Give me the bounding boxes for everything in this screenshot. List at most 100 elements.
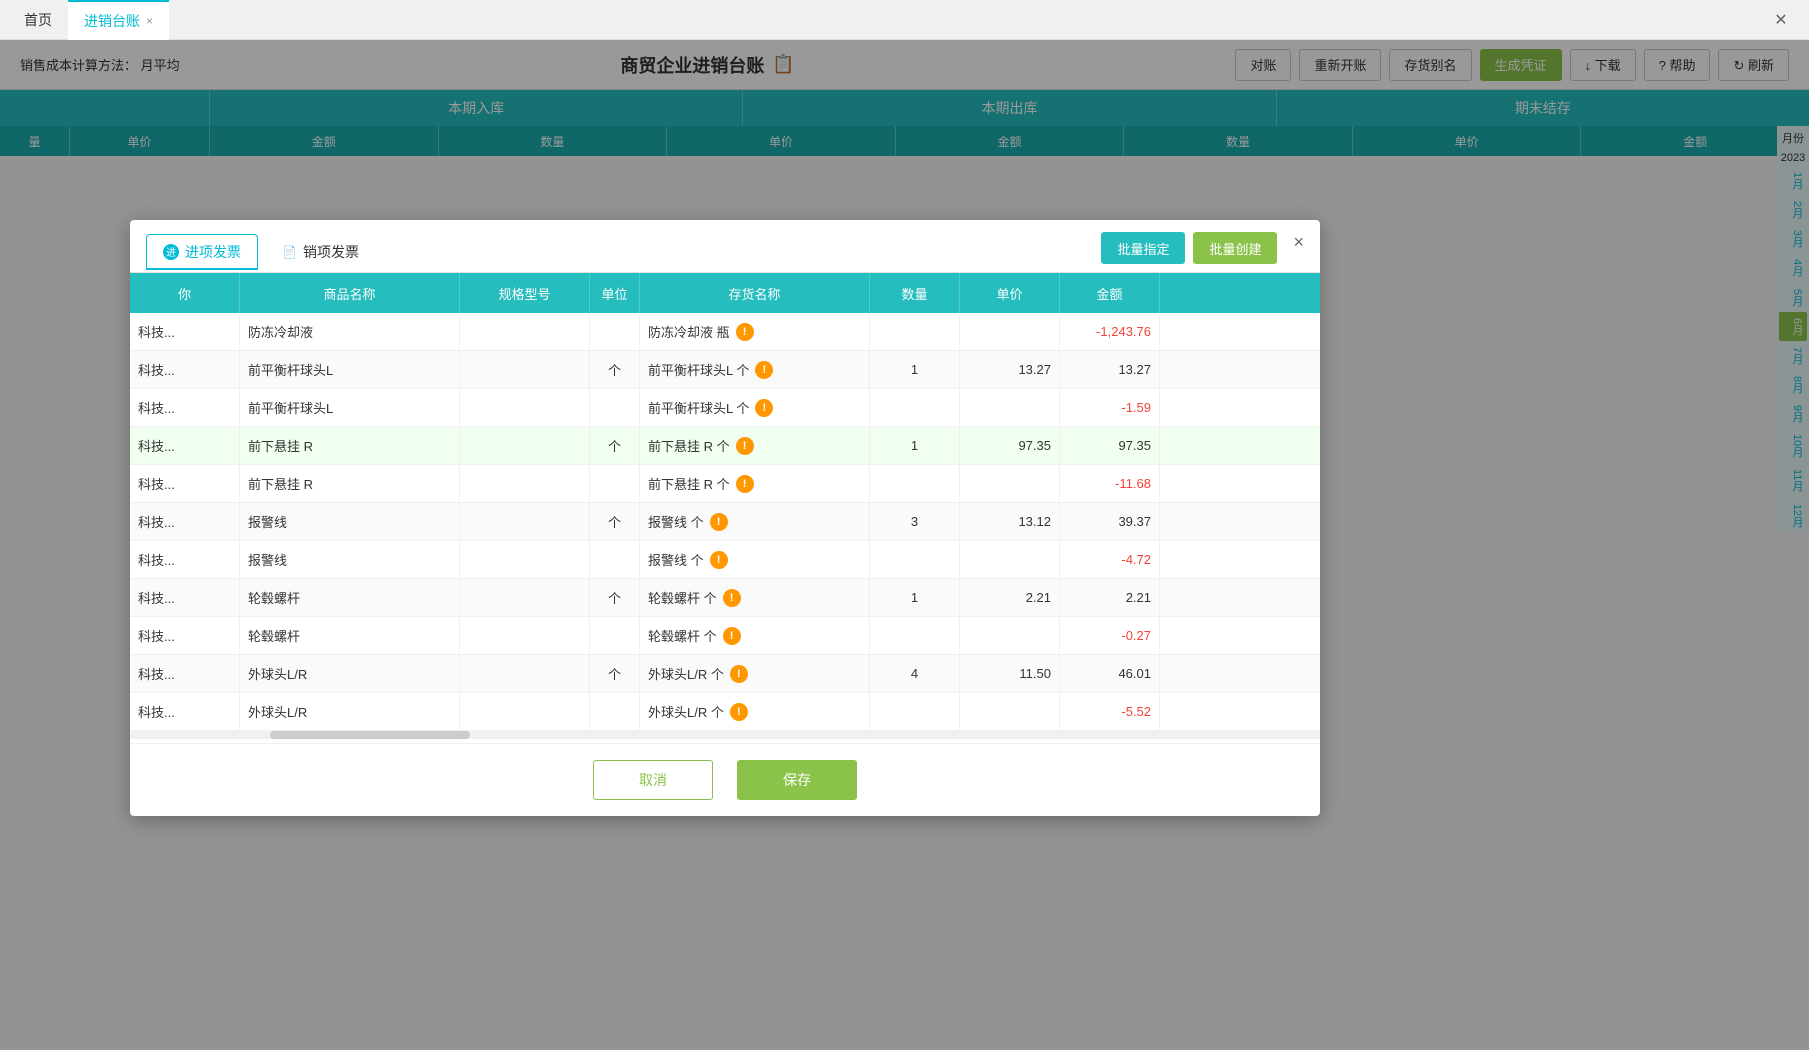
table-row[interactable]: 科技...外球头L/R外球头L/R 个!-5.52 xyxy=(130,693,1320,731)
warning-icon: ! xyxy=(755,399,773,417)
table-cell: -5.52 xyxy=(1060,693,1160,730)
modal-header-actions: 批量指定 批量创建 × xyxy=(1101,232,1304,272)
table-cell: 前平衡杆球头L 个! xyxy=(640,389,870,426)
save-button[interactable]: 保存 xyxy=(737,760,857,800)
table-cell: 2.21 xyxy=(960,579,1060,616)
warning-icon: ! xyxy=(736,475,754,493)
table-cell: 11.50 xyxy=(960,655,1060,692)
tab-home-label: 首页 xyxy=(24,10,52,30)
table-cell xyxy=(460,427,590,464)
modal-scrollbar-thumb[interactable] xyxy=(270,731,470,739)
table-cell: 报警线 个! xyxy=(640,503,870,540)
table-cell: 科技... xyxy=(130,541,240,578)
table-cell xyxy=(870,617,960,654)
warning-icon: ! xyxy=(723,589,741,607)
table-cell: 科技... xyxy=(130,655,240,692)
batch-assign-button[interactable]: 批量指定 xyxy=(1101,232,1185,264)
table-cell xyxy=(460,389,590,426)
table-cell xyxy=(960,541,1060,578)
table-cell: 轮毂螺杆 xyxy=(240,579,460,616)
table-cell: -1.59 xyxy=(1060,389,1160,426)
table-cell: 防冻冷却液 xyxy=(240,313,460,350)
table-row[interactable]: 科技...前平衡杆球头L个前平衡杆球头L 个!113.2713.27 xyxy=(130,351,1320,389)
tab-purchase-label: 进项发票 xyxy=(185,242,241,262)
tab-close-icon[interactable]: × xyxy=(146,14,153,28)
table-row[interactable]: 科技...外球头L/R个外球头L/R 个!411.5046.01 xyxy=(130,655,1320,693)
th-spec-model: 规格型号 xyxy=(460,273,590,313)
table-cell: 97.35 xyxy=(1060,427,1160,464)
table-row[interactable]: 科技...轮毂螺杆个轮毂螺杆 个!12.212.21 xyxy=(130,579,1320,617)
table-cell: 前下悬挂 R xyxy=(240,427,460,464)
table-cell: 前平衡杆球头L xyxy=(240,351,460,388)
table-cell xyxy=(960,617,1060,654)
table-row[interactable]: 科技...前下悬挂 R个前下悬挂 R 个!197.3597.35 xyxy=(130,427,1320,465)
th-quantity: 数量 xyxy=(870,273,960,313)
table-cell: 外球头L/R xyxy=(240,693,460,730)
table-cell: 外球头L/R 个! xyxy=(640,693,870,730)
table-cell xyxy=(460,313,590,350)
table-cell: 46.01 xyxy=(1060,655,1160,692)
table-cell: 2.21 xyxy=(1060,579,1160,616)
table-row[interactable]: 科技...报警线个报警线 个!313.1239.37 xyxy=(130,503,1320,541)
window-close-icon: ✕ xyxy=(1774,10,1787,30)
table-cell: 轮毂螺杆 个! xyxy=(640,617,870,654)
batch-create-button[interactable]: 批量创建 xyxy=(1193,232,1277,264)
table-cell: 科技... xyxy=(130,503,240,540)
table-cell: 1 xyxy=(870,579,960,616)
table-cell: 13.27 xyxy=(1060,351,1160,388)
table-cell xyxy=(590,465,640,502)
modal-table: 你 商品名称 规格型号 单位 存货名称 数量 单价 金额 科技...防冻冷却液防… xyxy=(130,273,1320,731)
top-tabbar: 首页 进销台账 × ✕ xyxy=(0,0,1809,40)
table-cell xyxy=(460,465,590,502)
modal-header: 进 进项发票 📄 销项发票 批量指定 批量创建 × xyxy=(130,220,1320,273)
table-cell: 科技... xyxy=(130,579,240,616)
warning-icon: ! xyxy=(730,703,748,721)
table-cell: 前平衡杆球头L 个! xyxy=(640,351,870,388)
table-cell xyxy=(590,389,640,426)
modal-table-body: 科技...防冻冷却液防冻冷却液 瓶!-1,243.76科技...前平衡杆球头L个… xyxy=(130,313,1320,731)
table-cell: 轮毂螺杆 个! xyxy=(640,579,870,616)
table-cell xyxy=(460,503,590,540)
table-cell: 科技... xyxy=(130,351,240,388)
table-cell: 科技... xyxy=(130,389,240,426)
table-cell xyxy=(870,541,960,578)
table-cell: 1 xyxy=(870,351,960,388)
table-cell: 个 xyxy=(590,351,640,388)
modal-scrollbar[interactable] xyxy=(130,731,1320,739)
table-cell: 13.27 xyxy=(960,351,1060,388)
warning-icon: ! xyxy=(730,665,748,683)
main-content: 销售成本计算方法： 月平均 商贸企业进销台账 📋 对账 重新开账 存货别名 生成… xyxy=(0,40,1809,1050)
th-inventory-name: 存货名称 xyxy=(640,273,870,313)
cancel-button[interactable]: 取消 xyxy=(593,760,713,800)
table-row[interactable]: 科技...轮毂螺杆轮毂螺杆 个!-0.27 xyxy=(130,617,1320,655)
table-cell xyxy=(870,313,960,350)
tab-active[interactable]: 进销台账 × xyxy=(68,0,169,40)
table-cell: 防冻冷却液 瓶! xyxy=(640,313,870,350)
table-row[interactable]: 科技...前下悬挂 R前下悬挂 R 个!-11.68 xyxy=(130,465,1320,503)
table-cell: 外球头L/R xyxy=(240,655,460,692)
table-cell xyxy=(960,389,1060,426)
table-cell xyxy=(960,465,1060,502)
table-cell: 前下悬挂 R 个! xyxy=(640,465,870,502)
table-cell xyxy=(870,389,960,426)
table-cell: -1,243.76 xyxy=(1060,313,1160,350)
table-cell: 39.37 xyxy=(1060,503,1160,540)
table-cell: 报警线 个! xyxy=(640,541,870,578)
tab-purchase-invoice[interactable]: 进 进项发票 xyxy=(146,234,258,270)
table-row[interactable]: 科技...防冻冷却液防冻冷却液 瓶!-1,243.76 xyxy=(130,313,1320,351)
table-cell xyxy=(870,693,960,730)
modal-close-button[interactable]: × xyxy=(1293,232,1304,264)
table-cell: -11.68 xyxy=(1060,465,1160,502)
table-cell: 1 xyxy=(870,427,960,464)
table-cell xyxy=(460,579,590,616)
tab-home[interactable]: 首页 xyxy=(8,0,68,40)
th-col1: 你 xyxy=(130,273,240,313)
table-cell: 科技... xyxy=(130,465,240,502)
table-row[interactable]: 科技...前平衡杆球头L前平衡杆球头L 个!-1.59 xyxy=(130,389,1320,427)
table-row[interactable]: 科技...报警线报警线 个!-4.72 xyxy=(130,541,1320,579)
window-close-button[interactable]: ✕ xyxy=(1761,0,1801,40)
table-cell: 科技... xyxy=(130,617,240,654)
tab-sales-invoice[interactable]: 📄 销项发票 xyxy=(266,234,375,270)
modal-table-header: 你 商品名称 规格型号 单位 存货名称 数量 单价 金额 xyxy=(130,273,1320,313)
table-cell: 个 xyxy=(590,655,640,692)
